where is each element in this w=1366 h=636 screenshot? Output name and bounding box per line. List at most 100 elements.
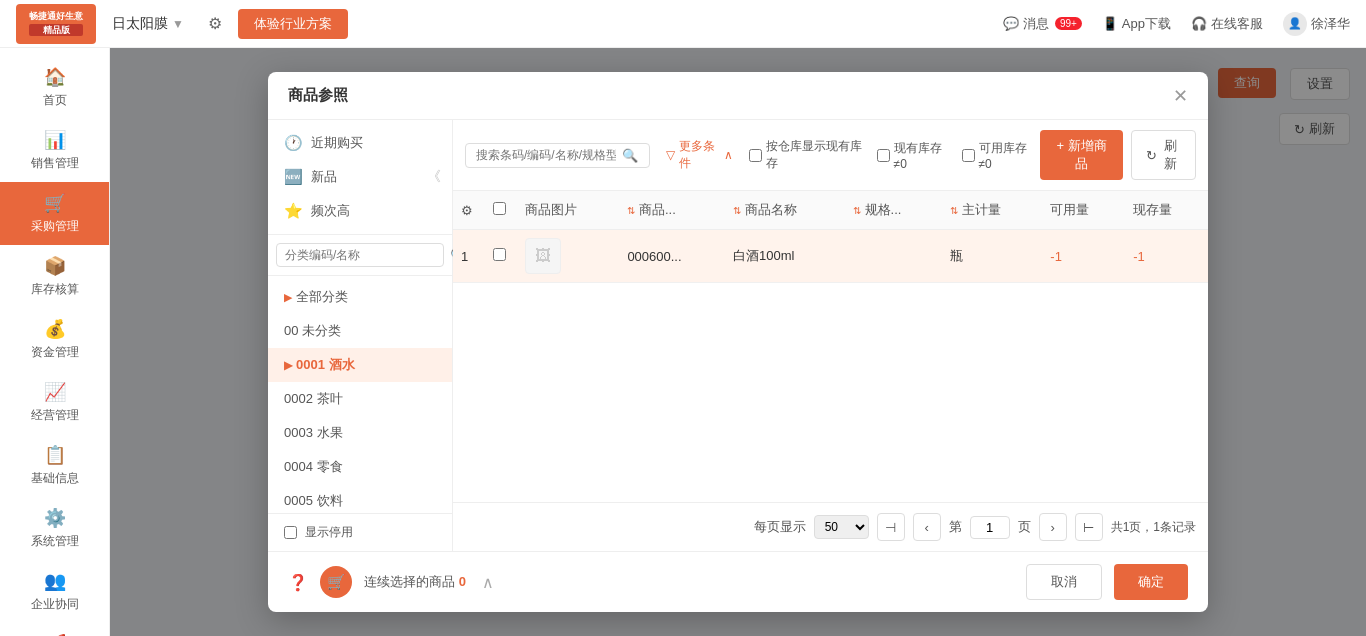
col-spec[interactable]: ⇅ 规格... [845, 191, 942, 230]
show-disabled-checkbox[interactable] [284, 526, 297, 539]
category-item-unclassified[interactable]: 00 未分类 [268, 314, 452, 348]
selected-count: 0 [459, 574, 466, 589]
frequent-item[interactable]: ⭐ 频次高 [276, 196, 424, 226]
sidebar-item-operations[interactable]: 📈 经营管理 [0, 371, 109, 434]
store-chevron-icon: ▼ [172, 17, 184, 31]
page-number-input[interactable] [970, 516, 1010, 539]
enterprise-icon: 👥 [44, 570, 66, 592]
conditions-chevron-icon: ∧ [724, 148, 733, 162]
messages-btn[interactable]: 💬 消息 99+ [1003, 15, 1082, 33]
product-img: 🖼 [525, 238, 561, 274]
sidebar-item-sales[interactable]: 📊 销售管理 [0, 119, 109, 182]
user-menu[interactable]: 👤 徐泽华 [1283, 12, 1350, 36]
category-item-all[interactable]: ▶ 全部分类 [268, 280, 452, 314]
store-selector[interactable]: 日太阳膜 ▼ [112, 15, 184, 33]
category-item-beverage[interactable]: 0005 饮料 [268, 484, 452, 513]
existing-stock-filter[interactable]: 现有库存≠0 [877, 140, 948, 171]
modal-close-btn[interactable]: ✕ [1173, 87, 1188, 105]
modal-refresh-btn[interactable]: ↻ 刷新 [1131, 130, 1196, 180]
active-arrow-icon: ▶ [284, 359, 292, 372]
page-size-select[interactable]: 50 10 20 100 [814, 515, 869, 539]
app-logo: 畅捷通好生意 精品版 [16, 4, 96, 44]
existing-stock-checkbox[interactable] [877, 149, 890, 162]
category-footer: 显示停用 [268, 513, 452, 551]
pagination-bar: 每页显示 50 10 20 100 ⊣ ‹ 第 页 [453, 502, 1208, 551]
footer-collapse-icon[interactable]: ∧ [482, 573, 494, 592]
product-table: ⚙ 商品图片 ⇅ 商品... [453, 191, 1208, 283]
add-product-btn[interactable]: + 新增商品 [1040, 130, 1122, 180]
system-icon: ⚙️ [44, 507, 66, 529]
col-settings[interactable]: ⚙ [453, 191, 485, 230]
sidebar-item-system[interactable]: ⚙️ 系统管理 [0, 497, 109, 560]
product-search-input[interactable] [476, 148, 616, 162]
col-name[interactable]: ⇅ 商品名称 [725, 191, 845, 230]
sidebar-item-enterprise[interactable]: 👥 企业协同 [0, 560, 109, 623]
cart-icon: 🛒 [320, 566, 352, 598]
row-spec [845, 230, 942, 283]
category-nav: 🕐 近期购买 🆕 新品 ⭐ 频次高 [268, 120, 452, 235]
page-word2: 页 [1018, 518, 1031, 536]
online-service-btn[interactable]: 🎧 在线客服 [1191, 15, 1263, 33]
cancel-btn[interactable]: 取消 [1026, 564, 1102, 600]
prev-page-btn[interactable]: ‹ [913, 513, 941, 541]
col-code[interactable]: ⇅ 商品... [619, 191, 725, 230]
table-row[interactable]: 1 🖼 000600... 白酒100ml 瓶 [453, 230, 1208, 283]
main-layout: 🏠 首页 📊 销售管理 🛒 采购管理 📦 库存核算 💰 资金管理 📈 经营管理 … [0, 48, 1366, 636]
product-table-wrapper: ⚙ 商品图片 ⇅ 商品... [453, 191, 1208, 502]
col-unit[interactable]: ⇅ 主计量 [942, 191, 1042, 230]
page-size-label: 每页显示 [754, 518, 806, 536]
more-conditions-btn[interactable]: ▽ 更多条件 ∧ [666, 138, 734, 172]
modal-action-btns: + 新增商品 ↻ 刷新 [1040, 130, 1196, 180]
row-unit: 瓶 [942, 230, 1042, 283]
product-search-icon[interactable]: 🔍 [622, 148, 638, 163]
navbar: 畅捷通好生意 精品版 日太阳膜 ▼ ⚙ 体验行业方案 💬 消息 99+ 📱 Ap… [0, 0, 1366, 48]
category-panel: 🕐 近期购买 🆕 新品 ⭐ 频次高 [268, 120, 453, 551]
sidebar-item-finance[interactable]: 💰 资金管理 [0, 308, 109, 371]
confirm-btn[interactable]: 确定 [1114, 564, 1188, 600]
first-page-btn[interactable]: ⊣ [877, 513, 905, 541]
category-item-snack[interactable]: 0004 零食 [268, 450, 452, 484]
selected-label: 连续选择的商品 0 [364, 573, 466, 591]
modal-overlay: 商品参照 ✕ 🕐 近期购买 [110, 48, 1366, 636]
main-content: 查询 设置 ↻ 刷新 商品参照 ✕ [110, 48, 1366, 636]
sort-icon-unit: ⇅ [950, 205, 958, 216]
page-word: 第 [949, 518, 962, 536]
recent-purchase-item[interactable]: 🕐 近期购买 [276, 128, 424, 158]
sidebar: 🏠 首页 📊 销售管理 🛒 采购管理 📦 库存核算 💰 资金管理 📈 经营管理 … [0, 48, 110, 636]
sort-icon-spec: ⇅ [853, 205, 861, 216]
inventory-icon: 📦 [44, 255, 66, 277]
settings-icon[interactable]: ⚙ [208, 14, 222, 33]
sidebar-item-purchase[interactable]: 🛒 采购管理 [0, 182, 109, 245]
sidebar-item-home[interactable]: 🏠 首页 [0, 56, 109, 119]
modal-footer: ❓ 🛒 连续选择的商品 0 ∧ 取消 确定 [268, 551, 1208, 612]
help-icon[interactable]: ❓ [288, 573, 308, 592]
warehouse-stock-filter[interactable]: 按仓库显示现有库存 [749, 138, 862, 172]
available-stock-filter[interactable]: 可用库存≠0 [962, 140, 1033, 171]
available-stock-checkbox[interactable] [962, 149, 975, 162]
last-page-btn[interactable]: ⊢ [1075, 513, 1103, 541]
category-item-liquor[interactable]: ▶ 0001 酒水 [268, 348, 452, 382]
app-download-btn[interactable]: 📱 App下载 [1102, 15, 1171, 33]
warehouse-stock-checkbox[interactable] [749, 149, 762, 162]
filter-icon: ▽ [666, 148, 675, 162]
category-item-tea[interactable]: 0002 茶叶 [268, 382, 452, 416]
trial-btn[interactable]: 体验行业方案 [238, 9, 348, 39]
arrow-right-icon: ▶ [284, 291, 292, 304]
col-available: 可用量 [1042, 191, 1125, 230]
finance-icon: 💰 [44, 318, 66, 340]
modal-header: 商品参照 ✕ [268, 72, 1208, 120]
select-all-checkbox[interactable] [493, 202, 506, 215]
new-products-item[interactable]: 🆕 新品 [276, 162, 424, 192]
next-page-btn[interactable]: › [1039, 513, 1067, 541]
sidebar-item-basic-info[interactable]: 📋 基础信息 [0, 434, 109, 497]
category-search-input[interactable] [276, 243, 444, 267]
category-item-fruit[interactable]: 0003 水果 [268, 416, 452, 450]
panel-collapse-btn[interactable]: 《 [424, 159, 444, 195]
sidebar-item-inventory[interactable]: 📦 库存核算 [0, 245, 109, 308]
sidebar-item-guide[interactable]: 🚀 新手引导 [0, 623, 109, 636]
row-name: 白酒100ml [725, 230, 845, 283]
row-checkbox[interactable] [493, 248, 506, 261]
category-list: ▶ 全部分类 00 未分类 ▶ 0001 酒水 0002 茶 [268, 276, 452, 513]
sales-icon: 📊 [44, 129, 66, 151]
checkbox-filters: 按仓库显示现有库存 现有库存≠0 可用库存≠0 [749, 138, 1032, 172]
